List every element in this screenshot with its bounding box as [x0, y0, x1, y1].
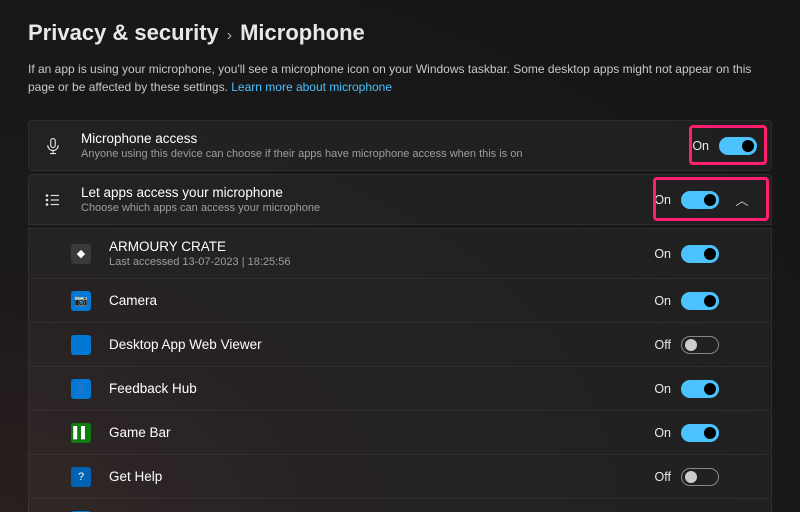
microphone-icon — [43, 136, 63, 156]
app-row[interactable]: ◆ ARMOURY CRATE Last accessed 13-07-2023 |… — [28, 228, 772, 279]
app-state: On — [654, 294, 671, 308]
app-list: ◆ ARMOURY CRATE Last accessed 13-07-2023 |… — [28, 228, 772, 512]
app-state: On — [654, 426, 671, 440]
app-state: On — [654, 247, 671, 261]
mic-access-sub: Anyone using this device can choose if t… — [81, 148, 692, 160]
app-name: Desktop App Web Viewer — [109, 337, 655, 352]
app-row[interactable]: ? Get HelpOff — [28, 455, 772, 499]
app-toggle[interactable] — [681, 245, 719, 263]
app-state: Off — [655, 470, 671, 484]
app-icon: ◆ — [71, 244, 91, 264]
app-icon: 📷 — [71, 291, 91, 311]
app-toggle[interactable] — [681, 468, 719, 486]
app-icon: ? — [71, 467, 91, 487]
app-icon: 👤 — [71, 379, 91, 399]
learn-more-link[interactable]: Learn more about microphone — [231, 80, 392, 94]
app-access-title: Let apps access your microphone — [81, 185, 654, 200]
app-row[interactable]: 👤 Feedback HubOn — [28, 367, 772, 411]
app-sub: Last accessed 13-07-2023 | 18:25:56 — [109, 256, 654, 268]
microphone-access-row[interactable]: Microphone access Anyone using this devi… — [28, 120, 772, 171]
breadcrumb-current: Microphone — [240, 20, 365, 46]
app-access-row[interactable]: Let apps access your microphone Choose w… — [28, 174, 772, 225]
app-access-toggle[interactable] — [681, 191, 719, 209]
app-toggle[interactable] — [681, 292, 719, 310]
app-toggle[interactable] — [681, 380, 719, 398]
app-row[interactable]: Desktop App Web ViewerOff — [28, 323, 772, 367]
app-name: Get Help — [109, 469, 655, 484]
app-row[interactable]: 🛍Microsoft StoreOn — [28, 499, 772, 512]
page-description: If an app is using your microphone, you'… — [28, 60, 772, 96]
app-name: Feedback Hub — [109, 381, 654, 396]
app-icon — [71, 335, 91, 355]
app-toggle[interactable] — [681, 336, 719, 354]
app-state: On — [654, 382, 671, 396]
app-name: Game Bar — [109, 425, 654, 440]
mic-access-state: On — [692, 139, 709, 153]
chevron-up-icon[interactable]: ︿ — [727, 190, 757, 209]
app-name: Camera — [109, 293, 654, 308]
list-icon — [43, 190, 63, 210]
app-access-state: On — [654, 193, 671, 207]
app-state: Off — [655, 338, 671, 352]
app-name: ARMOURY CRATE — [109, 239, 654, 254]
app-row[interactable]: 📷 CameraOn — [28, 279, 772, 323]
app-access-sub: Choose which apps can access your microp… — [81, 202, 654, 214]
chevron-right-icon: › — [227, 27, 232, 45]
mic-access-title: Microphone access — [81, 131, 692, 146]
app-row[interactable]: ▌▌ Game BarOn — [28, 411, 772, 455]
app-icon: ▌▌ — [71, 423, 91, 443]
breadcrumb-parent[interactable]: Privacy & security — [28, 20, 219, 46]
app-toggle[interactable] — [681, 424, 719, 442]
mic-access-toggle[interactable] — [719, 137, 757, 155]
breadcrumb: Privacy & security › Microphone — [28, 20, 772, 46]
